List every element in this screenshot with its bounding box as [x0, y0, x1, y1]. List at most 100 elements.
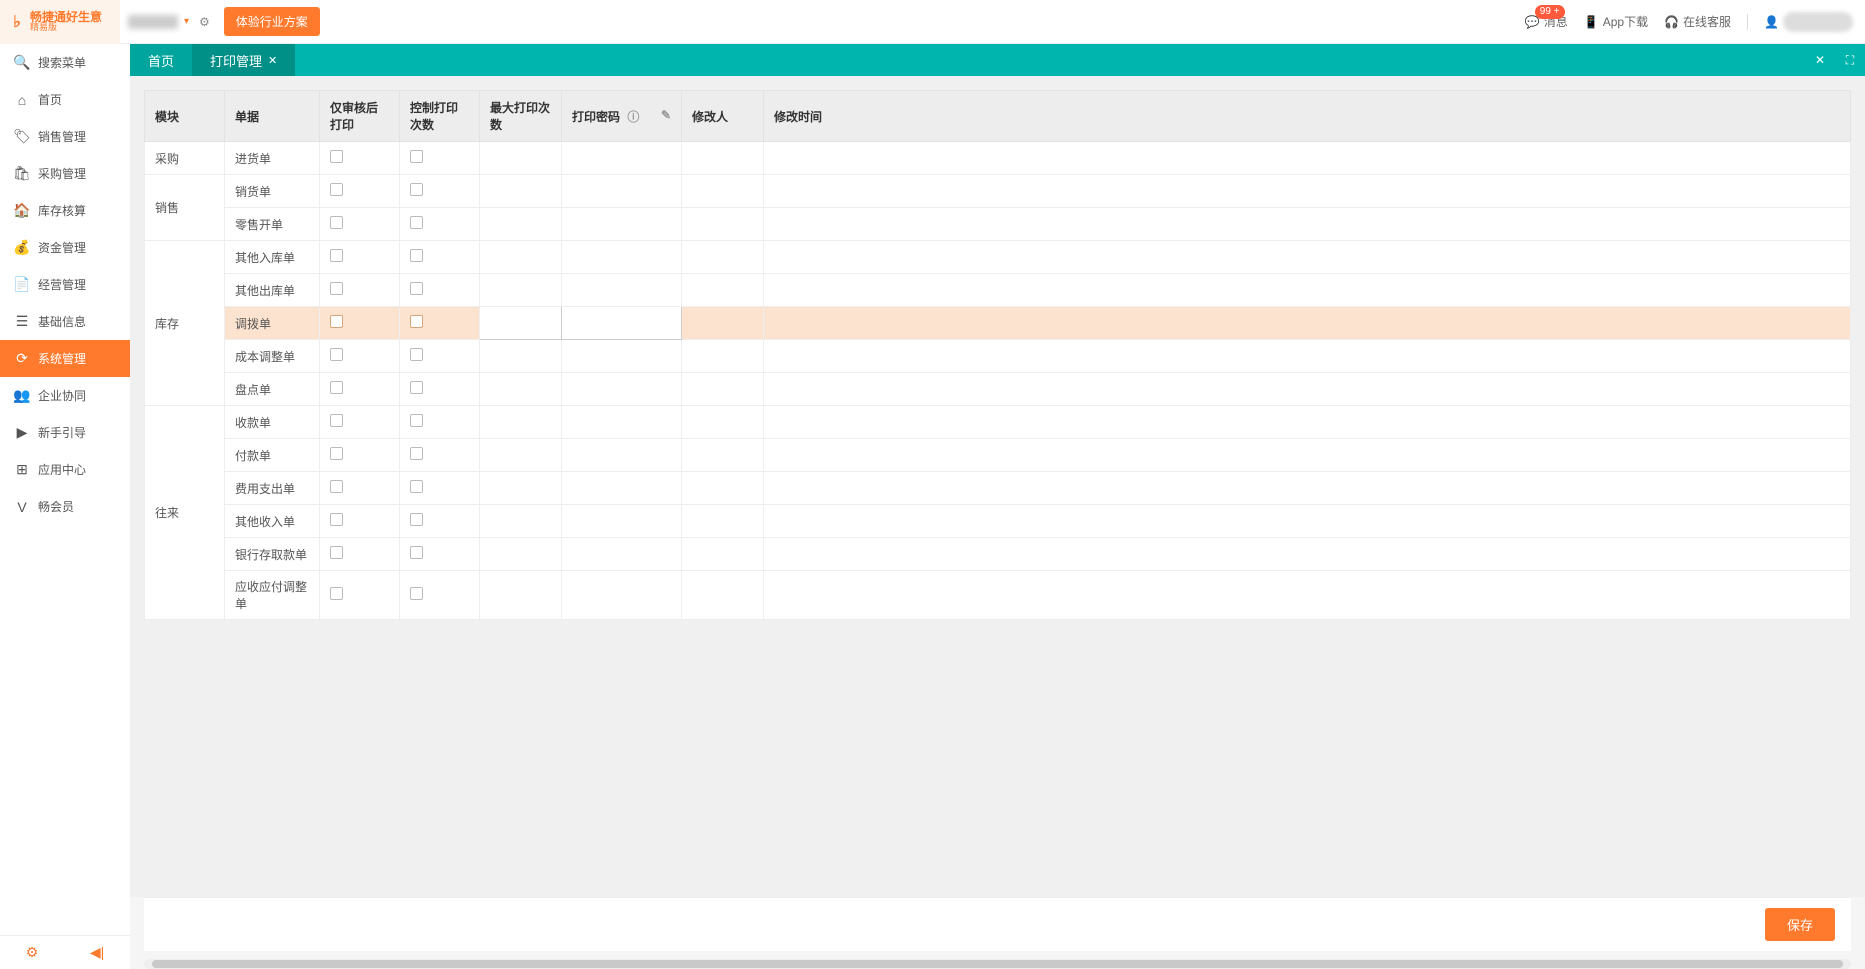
table-row[interactable]: 银行存取款单	[145, 538, 1851, 571]
sidebar-item-畅会员[interactable]: V畅会员	[0, 488, 130, 525]
tabs-close-all-icon[interactable]: ✕	[1805, 44, 1835, 76]
table-row[interactable]: 付款单	[145, 439, 1851, 472]
user-menu[interactable]: 👤	[1764, 12, 1853, 32]
online-service-link[interactable]: 🎧 在线客服	[1664, 13, 1731, 30]
col-document: 单据	[225, 91, 320, 142]
sidebar-item-应用中心[interactable]: ⊞应用中心	[0, 451, 130, 488]
table-row[interactable]: 采购进货单	[145, 142, 1851, 175]
fullscreen-icon[interactable]: ⛶	[1835, 44, 1865, 76]
modify-time-cell	[764, 505, 1851, 538]
col-modifier: 修改人	[682, 91, 764, 142]
document-cell: 银行存取款单	[225, 538, 320, 571]
checkbox[interactable]	[410, 216, 423, 229]
table-row[interactable]: 应收应付调整单	[145, 571, 1851, 620]
checkbox[interactable]	[330, 546, 343, 559]
sidebar-item-资金管理[interactable]: 💰资金管理	[0, 229, 130, 266]
sidebar-item-搜索菜单[interactable]: 🔍搜索菜单	[0, 44, 130, 81]
document-cell: 收款单	[225, 406, 320, 439]
checkbox[interactable]	[330, 282, 343, 295]
close-icon[interactable]: ✕	[268, 54, 277, 67]
tab-home[interactable]: 首页	[130, 44, 192, 76]
checkbox[interactable]	[410, 183, 423, 196]
max-count-cell[interactable]	[480, 307, 562, 340]
checkbox[interactable]	[330, 315, 343, 328]
settings-icon[interactable]: ⚙	[199, 15, 210, 29]
tab-print-management[interactable]: 打印管理 ✕	[192, 44, 295, 76]
horizontal-scrollbar[interactable]	[144, 959, 1851, 969]
checkbox[interactable]	[410, 480, 423, 493]
sidebar-item-新手引导[interactable]: ▶新手引导	[0, 414, 130, 451]
control-count-cell	[400, 241, 480, 274]
sidebar-item-label: 企业协同	[38, 387, 86, 404]
table-row[interactable]: 成本调整单	[145, 340, 1851, 373]
app-download-link[interactable]: 📱 App下载	[1584, 13, 1648, 30]
sidebar-item-企业协同[interactable]: 👥企业协同	[0, 377, 130, 414]
footer-settings-icon[interactable]: ⚙	[26, 944, 39, 961]
checkbox[interactable]	[330, 480, 343, 493]
table-row[interactable]: 调拨单	[145, 307, 1851, 340]
edit-icon[interactable]: ✎	[661, 108, 671, 122]
sidebar-item-销售管理[interactable]: 🏷销售管理	[0, 118, 130, 155]
checkbox[interactable]	[410, 587, 423, 600]
modifier-cell	[682, 538, 764, 571]
modifier-cell	[682, 307, 764, 340]
password-cell	[562, 274, 682, 307]
phone-icon: 📱	[1584, 15, 1599, 29]
sidebar-item-经营管理[interactable]: 📄经营管理	[0, 266, 130, 303]
checkbox[interactable]	[330, 348, 343, 361]
password-cell	[562, 373, 682, 406]
save-button[interactable]: 保存	[1765, 908, 1835, 941]
password-cell	[562, 406, 682, 439]
guide-icon: ▶	[14, 425, 30, 441]
sidebar-item-系统管理[interactable]: ⟳系统管理	[0, 340, 130, 377]
table-row[interactable]: 费用支出单	[145, 472, 1851, 505]
password-cell[interactable]	[562, 307, 682, 340]
table-row[interactable]: 盘点单	[145, 373, 1851, 406]
checkbox[interactable]	[330, 587, 343, 600]
max-count-cell	[480, 406, 562, 439]
footer-collapse-icon[interactable]: ◀|	[90, 944, 104, 961]
checkbox[interactable]	[330, 150, 343, 163]
checkbox[interactable]	[410, 447, 423, 460]
brand-edition: 精易版	[30, 23, 102, 32]
messages-link[interactable]: 💬 消息 99 +	[1525, 13, 1568, 30]
table-row[interactable]: 销售销货单	[145, 175, 1851, 208]
modify-time-cell	[764, 307, 1851, 340]
table-row[interactable]: 其他出库单	[145, 274, 1851, 307]
help-icon[interactable]: ⓘ	[627, 110, 639, 124]
sidebar-item-采购管理[interactable]: 🛍采购管理	[0, 155, 130, 192]
table-row[interactable]: 库存其他入库单	[145, 241, 1851, 274]
brand-logo[interactable]: ♭ 畅捷通好生意 精易版	[0, 0, 120, 44]
table-row[interactable]: 其他收入单	[145, 505, 1851, 538]
table-row[interactable]: 零售开单	[145, 208, 1851, 241]
checkbox[interactable]	[330, 183, 343, 196]
sidebar-item-库存核算[interactable]: 🏠库存核算	[0, 192, 130, 229]
checkbox[interactable]	[330, 216, 343, 229]
audit-only-cell	[320, 472, 400, 505]
sidebar-item-label: 销售管理	[38, 128, 86, 145]
checkbox[interactable]	[410, 414, 423, 427]
checkbox[interactable]	[410, 282, 423, 295]
checkbox[interactable]	[410, 513, 423, 526]
audit-only-cell	[320, 241, 400, 274]
checkbox[interactable]	[410, 315, 423, 328]
checkbox[interactable]	[410, 249, 423, 262]
cta-button[interactable]: 体验行业方案	[224, 7, 320, 36]
modify-time-cell	[764, 571, 1851, 620]
checkbox[interactable]	[410, 150, 423, 163]
checkbox[interactable]	[410, 348, 423, 361]
checkbox[interactable]	[330, 249, 343, 262]
sidebar-item-首页[interactable]: ⌂首页	[0, 81, 130, 118]
table-row[interactable]: 往来收款单	[145, 406, 1851, 439]
checkbox[interactable]	[330, 513, 343, 526]
checkbox[interactable]	[330, 447, 343, 460]
sidebar-item-label: 畅会员	[38, 498, 74, 515]
checkbox[interactable]	[410, 381, 423, 394]
org-selector[interactable]: ▾	[128, 15, 189, 29]
sidebar-item-label: 搜索菜单	[38, 54, 86, 71]
checkbox[interactable]	[410, 546, 423, 559]
scrollbar-thumb[interactable]	[152, 960, 1843, 968]
sidebar-item-基础信息[interactable]: ☰基础信息	[0, 303, 130, 340]
checkbox[interactable]	[330, 381, 343, 394]
checkbox[interactable]	[330, 414, 343, 427]
